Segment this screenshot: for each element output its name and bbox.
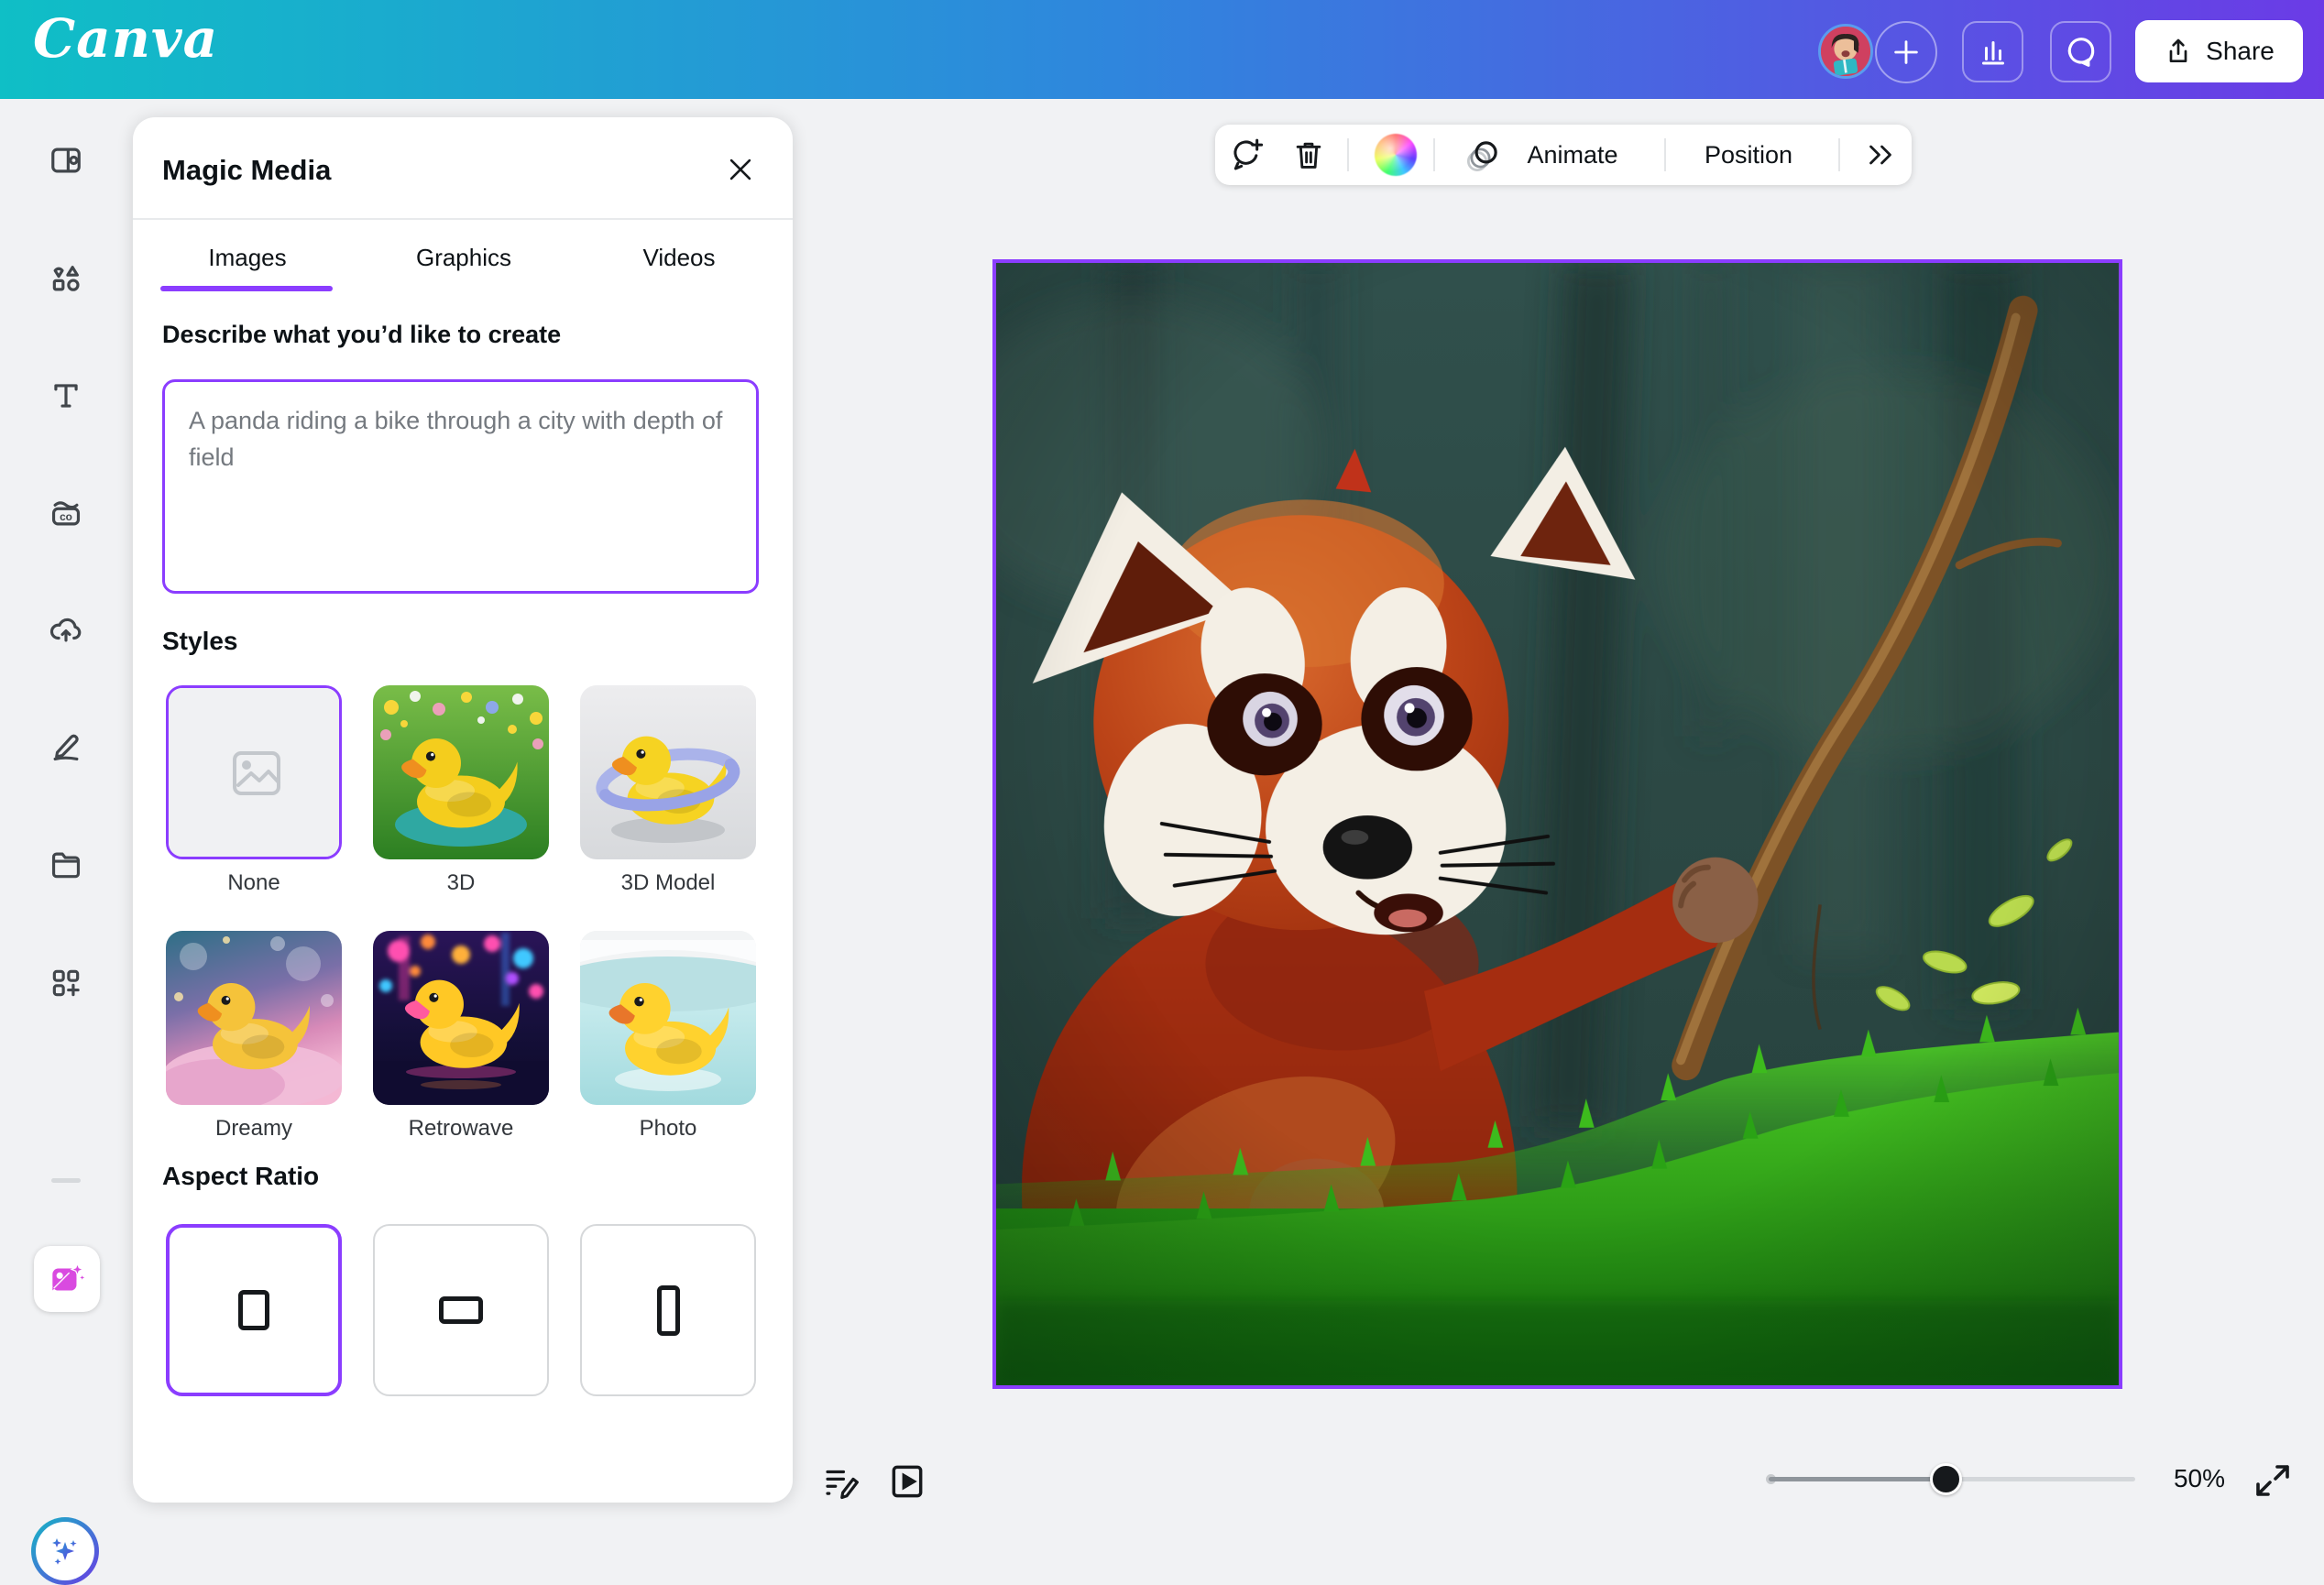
animate-icon-wrap[interactable]	[1459, 125, 1508, 185]
tab-videos[interactable]: Videos	[606, 236, 752, 279]
style-thumb-3d-model	[580, 685, 756, 859]
elements-icon[interactable]	[49, 261, 83, 296]
color-wheel-icon	[1375, 134, 1417, 176]
prompt-input[interactable]	[162, 379, 759, 594]
svg-text:co: co	[60, 510, 72, 523]
landscape-ratio-icon	[439, 1296, 483, 1324]
context-toolbar: Animate Position	[1215, 125, 1912, 185]
aspect-option-portrait[interactable]	[580, 1224, 756, 1396]
magic-media-icon	[46, 1258, 88, 1300]
projects-icon[interactable]	[49, 847, 83, 882]
toolbar-divider	[1664, 138, 1666, 171]
style-option-retrowave[interactable]: Retrowave	[373, 931, 549, 1142]
share-upload-icon	[2164, 37, 2193, 66]
image-placeholder-icon	[242, 760, 251, 770]
canva-logo[interactable]: Canva	[33, 7, 218, 70]
close-icon	[725, 154, 756, 185]
comment-button[interactable]	[1222, 125, 1270, 185]
sparkles-icon	[45, 1531, 85, 1571]
magic-media-panel: Magic Media Images Graphics Videos Descr…	[133, 117, 793, 1503]
toolbar-divider	[1433, 138, 1435, 171]
style-thumb-3d	[373, 685, 549, 859]
present-button[interactable]	[887, 1461, 927, 1506]
sidebar-item-magic-media-active[interactable]	[34, 1246, 100, 1312]
style-thumb-photo	[580, 931, 756, 1105]
toolbar-divider	[1838, 138, 1840, 171]
sidebar: co	[0, 99, 130, 1517]
uploads-icon[interactable]	[49, 612, 83, 647]
toolbar-divider	[1347, 138, 1349, 171]
draw-icon[interactable]	[49, 729, 83, 764]
design-icon[interactable]	[49, 143, 83, 178]
delete-button[interactable]	[1285, 125, 1332, 185]
avatar[interactable]	[1818, 24, 1873, 79]
apps-icon[interactable]	[49, 966, 83, 1000]
delete-icon	[1291, 137, 1326, 172]
text-icon[interactable]	[49, 378, 83, 413]
aspect-ratio-heading: Aspect Ratio	[162, 1162, 319, 1191]
style-label: Dreamy	[166, 1116, 342, 1142]
share-button[interactable]: Share	[2135, 20, 2303, 82]
style-thumb-none	[166, 685, 342, 859]
style-thumb-dreamy	[166, 931, 342, 1105]
tab-graphics[interactable]: Graphics	[390, 236, 537, 279]
prompt-heading: Describe what you’d like to create	[162, 321, 561, 349]
fullscreen-icon	[2251, 1459, 2295, 1503]
add-member-button[interactable]	[1875, 21, 1937, 83]
style-option-none[interactable]: None	[166, 685, 342, 896]
portrait-ratio-icon	[657, 1285, 680, 1336]
active-tab-underline	[160, 286, 333, 291]
canva-assistant-button[interactable]	[31, 1517, 99, 1585]
fullscreen-button[interactable]	[2251, 1459, 2295, 1507]
style-label: 3D Model	[580, 870, 756, 896]
zoom-level[interactable]: 50%	[2154, 1464, 2245, 1493]
sidebar-divider	[51, 1178, 81, 1183]
style-label: 3D	[373, 870, 549, 896]
position-button[interactable]: Position	[1684, 125, 1813, 185]
add-icon	[1891, 37, 1922, 68]
panel-divider	[133, 218, 793, 220]
style-label: Retrowave	[373, 1116, 549, 1142]
comment-add-icon	[1228, 137, 1265, 173]
avatar-image	[1821, 27, 1870, 76]
notes-icon	[821, 1462, 860, 1501]
notes-button[interactable]	[821, 1462, 860, 1505]
present-icon	[887, 1461, 927, 1502]
panel-close-button[interactable]	[719, 148, 762, 191]
aspect-option-square[interactable]	[166, 1224, 342, 1396]
animate-icon	[1464, 136, 1503, 174]
square-ratio-icon	[238, 1290, 269, 1330]
style-option-3d[interactable]: 3D	[373, 685, 549, 896]
panel-title: Magic Media	[162, 154, 331, 187]
red-panda-artwork	[996, 263, 2119, 1385]
topbar: Canva Share	[0, 0, 2324, 99]
style-option-photo[interactable]: Photo	[580, 931, 756, 1142]
aspect-option-landscape[interactable]	[373, 1224, 549, 1396]
more-tools-button[interactable]	[1857, 125, 1904, 185]
zoom-slider-thumb[interactable]	[1930, 1463, 1962, 1495]
style-option-dreamy[interactable]: Dreamy	[166, 931, 342, 1142]
style-label: None	[166, 870, 342, 896]
tab-images[interactable]: Images	[174, 236, 321, 279]
insights-button[interactable]	[1962, 21, 2023, 82]
more-chevrons-icon	[1864, 138, 1897, 171]
color-button[interactable]	[1371, 125, 1420, 185]
zoom-slider-filled	[1769, 1477, 1946, 1481]
comments-icon	[2064, 35, 2099, 70]
style-thumb-retrowave	[373, 931, 549, 1105]
animate-button[interactable]: Animate	[1508, 125, 1637, 185]
share-label: Share	[2206, 37, 2275, 66]
styles-heading: Styles	[162, 627, 238, 656]
brand-icon[interactable]: co	[49, 496, 83, 530]
comments-button[interactable]	[2050, 21, 2111, 82]
style-option-3d-model[interactable]: 3D Model	[580, 685, 756, 896]
insights-icon	[1977, 36, 2010, 69]
canvas-selected-image[interactable]	[992, 259, 2122, 1389]
style-label: Photo	[580, 1116, 756, 1142]
